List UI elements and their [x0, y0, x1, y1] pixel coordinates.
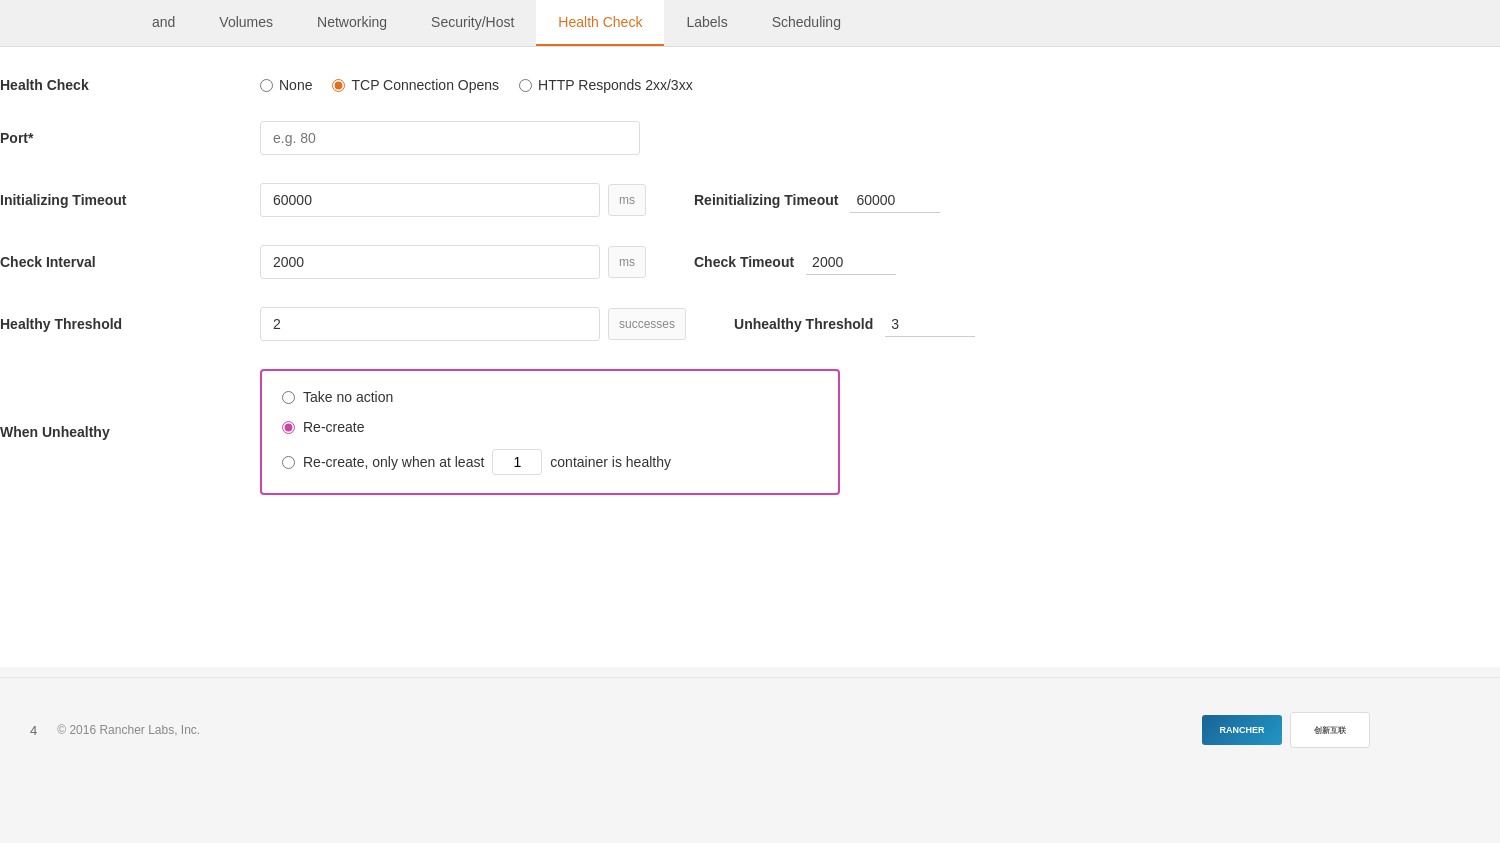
radio-none-input[interactable] — [260, 79, 273, 92]
healthy-threshold-row: Healthy Threshold successes Unhealthy Th… — [0, 307, 1470, 341]
radio-tcp-label: TCP Connection Opens — [351, 77, 499, 93]
port-input[interactable] — [260, 121, 640, 155]
radio-none-label: None — [279, 77, 312, 93]
initializing-timeout-controls: ms Reinitializing Timeout — [260, 183, 1470, 217]
radio-http[interactable]: HTTP Responds 2xx/3xx — [519, 77, 693, 93]
page-number: 4 — [30, 723, 37, 738]
radio-no-action[interactable]: Take no action — [282, 389, 818, 405]
radio-recreate-input[interactable] — [282, 421, 295, 434]
tab-networking[interactable]: Networking — [295, 0, 409, 46]
port-control — [260, 121, 1470, 155]
radio-recreate-healthy-label: Re-create, only when at least — [303, 454, 484, 470]
check-interval-controls: ms Check Timeout — [260, 245, 1470, 279]
when-unhealthy-controls: Take no action Re-create Re-create, only… — [260, 369, 1470, 495]
check-interval-input[interactable] — [260, 245, 600, 279]
check-timeout-label: Check Timeout — [694, 254, 794, 270]
tab-security[interactable]: Security/Host — [409, 0, 536, 46]
healthy-threshold-input[interactable] — [260, 307, 600, 341]
radio-none[interactable]: None — [260, 77, 312, 93]
health-check-row: Health Check None TCP Connection Opens H… — [0, 77, 1470, 93]
healthy-threshold-controls: successes Unhealthy Threshold — [260, 307, 1470, 341]
copyright: © 2016 Rancher Labs, Inc. — [57, 723, 200, 737]
initializing-timeout-label: Initializing Timeout — [0, 192, 260, 208]
healthy-threshold-input-group: successes — [260, 307, 686, 341]
port-row: Port* — [0, 121, 1470, 155]
reinitializing-timeout-label: Reinitializing Timeout — [694, 192, 838, 208]
health-check-radio-group: None TCP Connection Opens HTTP Responds … — [260, 77, 693, 93]
reinitializing-timeout-pair: Reinitializing Timeout — [694, 188, 940, 213]
radio-no-action-input[interactable] — [282, 391, 295, 404]
initializing-timeout-unit: ms — [608, 184, 646, 216]
radio-recreate-label: Re-create — [303, 419, 364, 435]
initializing-timeout-input[interactable] — [260, 183, 600, 217]
footer-divider — [0, 677, 1500, 678]
tab-labels[interactable]: Labels — [664, 0, 749, 46]
radio-tcp-input[interactable] — [332, 79, 345, 92]
radio-http-label: HTTP Responds 2xx/3xx — [538, 77, 693, 93]
health-check-label: Health Check — [0, 77, 260, 93]
tabs-container: and Volumes Networking Security/Host Hea… — [0, 0, 1500, 47]
check-timeout-pair: Check Timeout — [694, 250, 896, 275]
reinitializing-timeout-input[interactable] — [850, 188, 940, 213]
port-label: Port* — [0, 130, 260, 146]
unhealthy-threshold-label: Unhealthy Threshold — [734, 316, 873, 332]
radio-recreate-healthy-input[interactable] — [282, 456, 295, 469]
radio-http-input[interactable] — [519, 79, 532, 92]
initializing-timeout-row: Initializing Timeout ms Reinitializing T… — [0, 183, 1470, 217]
radio-tcp[interactable]: TCP Connection Opens — [332, 77, 499, 93]
healthy-threshold-unit: successes — [608, 308, 686, 340]
check-interval-label: Check Interval — [0, 254, 260, 270]
when-unhealthy-row: When Unhealthy Take no action Re-create … — [0, 369, 1470, 495]
container-healthy-label: container is healthy — [550, 454, 671, 470]
footer-logo: RANCHER 创新互联 — [1202, 712, 1370, 748]
tab-scheduling[interactable]: Scheduling — [750, 0, 863, 46]
chuang-brand-logo: 创新互联 — [1290, 712, 1370, 748]
healthy-threshold-label: Healthy Threshold — [0, 316, 260, 332]
radio-recreate[interactable]: Re-create — [282, 419, 818, 435]
tab-volumes[interactable]: Volumes — [197, 0, 295, 46]
page-wrapper: and Volumes Networking Security/Host Hea… — [0, 0, 1500, 843]
footer-left: 4 © 2016 Rancher Labs, Inc. — [30, 723, 200, 738]
check-timeout-input[interactable] — [806, 250, 896, 275]
healthy-count-input[interactable] — [492, 449, 542, 475]
unhealthy-threshold-pair: Unhealthy Threshold — [734, 312, 975, 337]
footer: 4 © 2016 Rancher Labs, Inc. RANCHER 创新互联 — [0, 698, 1500, 762]
rancher-brand-logo: RANCHER — [1202, 715, 1282, 745]
content-area: Health Check None TCP Connection Opens H… — [0, 47, 1500, 667]
radio-recreate-healthy-row: Re-create, only when at least container … — [282, 449, 818, 475]
tab-command[interactable]: and — [130, 0, 197, 46]
when-unhealthy-box: Take no action Re-create Re-create, only… — [260, 369, 840, 495]
health-check-controls: None TCP Connection Opens HTTP Responds … — [260, 77, 1470, 93]
unhealthy-threshold-input[interactable] — [885, 312, 975, 337]
when-unhealthy-label: When Unhealthy — [0, 424, 260, 440]
check-interval-row: Check Interval ms Check Timeout — [0, 245, 1470, 279]
check-interval-unit: ms — [608, 246, 646, 278]
tab-healthcheck[interactable]: Health Check — [536, 0, 664, 46]
radio-no-action-label: Take no action — [303, 389, 393, 405]
